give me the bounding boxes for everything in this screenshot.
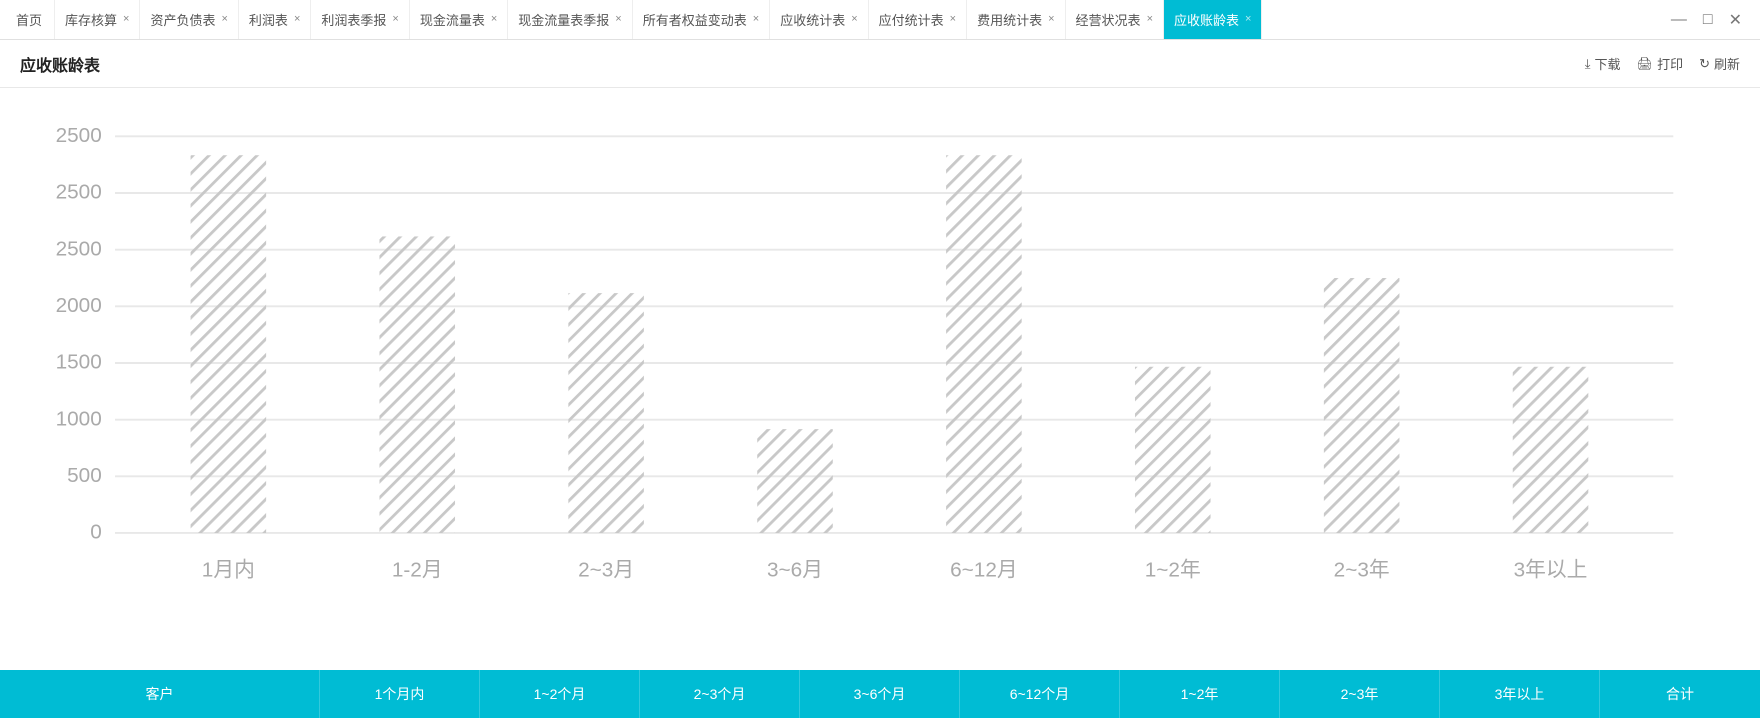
bar-chart: 2500 2500 2500 2000 1500 1000 500 0 [30,108,1730,637]
bar-2-3-years [1324,278,1400,533]
svg-text:1000: 1000 [56,407,102,430]
tab-cashflow-quarterly[interactable]: 现金流量表季报 × [508,0,632,40]
print-button[interactable]: 🖨 打印 [1637,54,1684,73]
col-2-3years: 2~3年 [1280,670,1440,718]
print-icon: 🖨 [1637,56,1654,72]
col-2-3months: 2~3个月 [640,670,800,718]
col-1month: 1个月内 [320,670,480,718]
tab-balance[interactable]: 资产负债表 × [140,0,238,40]
bar-1-2-months [379,236,455,533]
svg-text:1~2年: 1~2年 [1145,558,1201,581]
tab-ap-summary[interactable]: 应付统计表 × [869,0,967,40]
tab-ar-summary-close[interactable]: × [851,14,857,25]
tab-expense-summary[interactable]: 费用统计表 × [967,0,1065,40]
tab-ap-summary-label: 应付统计表 [879,10,944,29]
refresh-icon: ↻ [1699,56,1710,72]
download-icon: ⤓ [1585,56,1591,72]
page-title: 应收账龄表 [20,52,100,76]
tab-profit-close[interactable]: × [294,14,300,25]
svg-text:500: 500 [67,464,102,487]
tab-equity[interactable]: 所有者权益变动表 × [633,0,770,40]
tab-operations-close[interactable]: × [1147,14,1153,25]
refresh-button[interactable]: ↻ 刷新 [1699,54,1740,73]
svg-text:2500: 2500 [56,124,102,147]
tab-home[interactable]: 首页 [4,0,55,40]
svg-text:2500: 2500 [56,237,102,260]
download-button[interactable]: ⤓ 下载 [1585,54,1621,73]
svg-text:1月内: 1月内 [202,558,255,581]
svg-text:0: 0 [90,521,102,544]
tab-balance-close[interactable]: × [221,14,227,25]
tab-ap-summary-close[interactable]: × [950,14,956,25]
tab-cashflow[interactable]: 现金流量表 × [410,0,508,40]
svg-text:2~3年: 2~3年 [1334,558,1390,581]
col-total: 合计 [1600,670,1760,718]
tab-bar: 首页 库存核算 × 资产负债表 × 利润表 × 利润表季报 × 现金流量表 × … [0,0,1760,40]
col-3plus-years: 3年以上 [1440,670,1600,718]
main-content: 2500 2500 2500 2000 1500 1000 500 0 [0,88,1760,720]
svg-text:2~3月: 2~3月 [578,558,634,581]
bar-1-month [191,155,267,533]
tab-expense-summary-label: 费用统计表 [977,10,1042,29]
tab-ar-aging-close[interactable]: × [1245,14,1251,25]
svg-text:6~12月: 6~12月 [950,558,1018,581]
tab-cashflow-quarterly-close[interactable]: × [615,14,621,25]
bar-1-2-years [1135,367,1211,533]
chart-section: 2500 2500 2500 2000 1500 1000 500 0 [0,88,1760,670]
tab-equity-close[interactable]: × [753,14,759,25]
tab-expense-summary-close[interactable]: × [1048,14,1054,25]
window-minimize-button[interactable]: — [1665,7,1693,33]
col-1-2months: 1~2个月 [480,670,640,718]
tab-profit-quarterly-close[interactable]: × [392,14,398,25]
svg-text:2000: 2000 [56,294,102,317]
tab-inventory[interactable]: 库存核算 × [55,0,140,40]
page-actions: ⤓ 下载 🖨 打印 ↻ 刷新 [1585,54,1740,73]
bar-2-3-months [568,293,644,533]
refresh-label: 刷新 [1714,54,1740,73]
tab-ar-aging-label: 应收账龄表 [1174,10,1239,29]
svg-text:1500: 1500 [56,351,102,374]
tab-inventory-close[interactable]: × [123,14,129,25]
tab-operations[interactable]: 经营状况表 × [1066,0,1164,40]
tab-profit[interactable]: 利润表 × [239,0,311,40]
tab-balance-label: 资产负债表 [150,10,215,29]
svg-text:3~6月: 3~6月 [767,558,823,581]
tab-cashflow-quarterly-label: 现金流量表季报 [518,10,609,29]
tab-profit-quarterly[interactable]: 利润表季报 × [311,0,409,40]
tab-inventory-label: 库存核算 [65,10,117,29]
bar-6-12-months [946,155,1022,533]
bar-3-6-months [757,429,833,533]
window-controls: — □ ✕ [1665,6,1756,34]
tab-operations-label: 经营状况表 [1076,10,1141,29]
tab-ar-summary-label: 应收统计表 [780,10,845,29]
window-maximize-button[interactable]: □ [1697,7,1719,33]
page-header: 应收账龄表 ⤓ 下载 🖨 打印 ↻ 刷新 [0,40,1760,88]
tab-cashflow-close[interactable]: × [491,14,497,25]
col-1-2years: 1~2年 [1120,670,1280,718]
download-label: 下载 [1595,54,1621,73]
tab-ar-aging[interactable]: 应收账龄表 × [1164,0,1262,40]
svg-text:3年以上: 3年以上 [1514,558,1588,581]
tab-cashflow-label: 现金流量表 [420,10,485,29]
print-label: 打印 [1657,54,1683,73]
col-customer: 客户 [0,670,320,718]
bar-3-plus-years [1513,367,1589,533]
col-6-12months: 6~12个月 [960,670,1120,718]
svg-text:1-2月: 1-2月 [392,558,443,581]
window-close-button[interactable]: ✕ [1723,6,1748,34]
col-3-6months: 3~6个月 [800,670,960,718]
home-tab-label: 首页 [16,10,42,29]
tab-profit-quarterly-label: 利润表季报 [321,10,386,29]
table-header: 客户 1个月内 1~2个月 2~3个月 3~6个月 6~12个月 1~2年 2~… [0,670,1760,718]
tab-equity-label: 所有者权益变动表 [643,10,747,29]
tab-profit-label: 利润表 [249,10,288,29]
tab-ar-summary[interactable]: 应收统计表 × [770,0,868,40]
svg-text:2500: 2500 [56,181,102,204]
